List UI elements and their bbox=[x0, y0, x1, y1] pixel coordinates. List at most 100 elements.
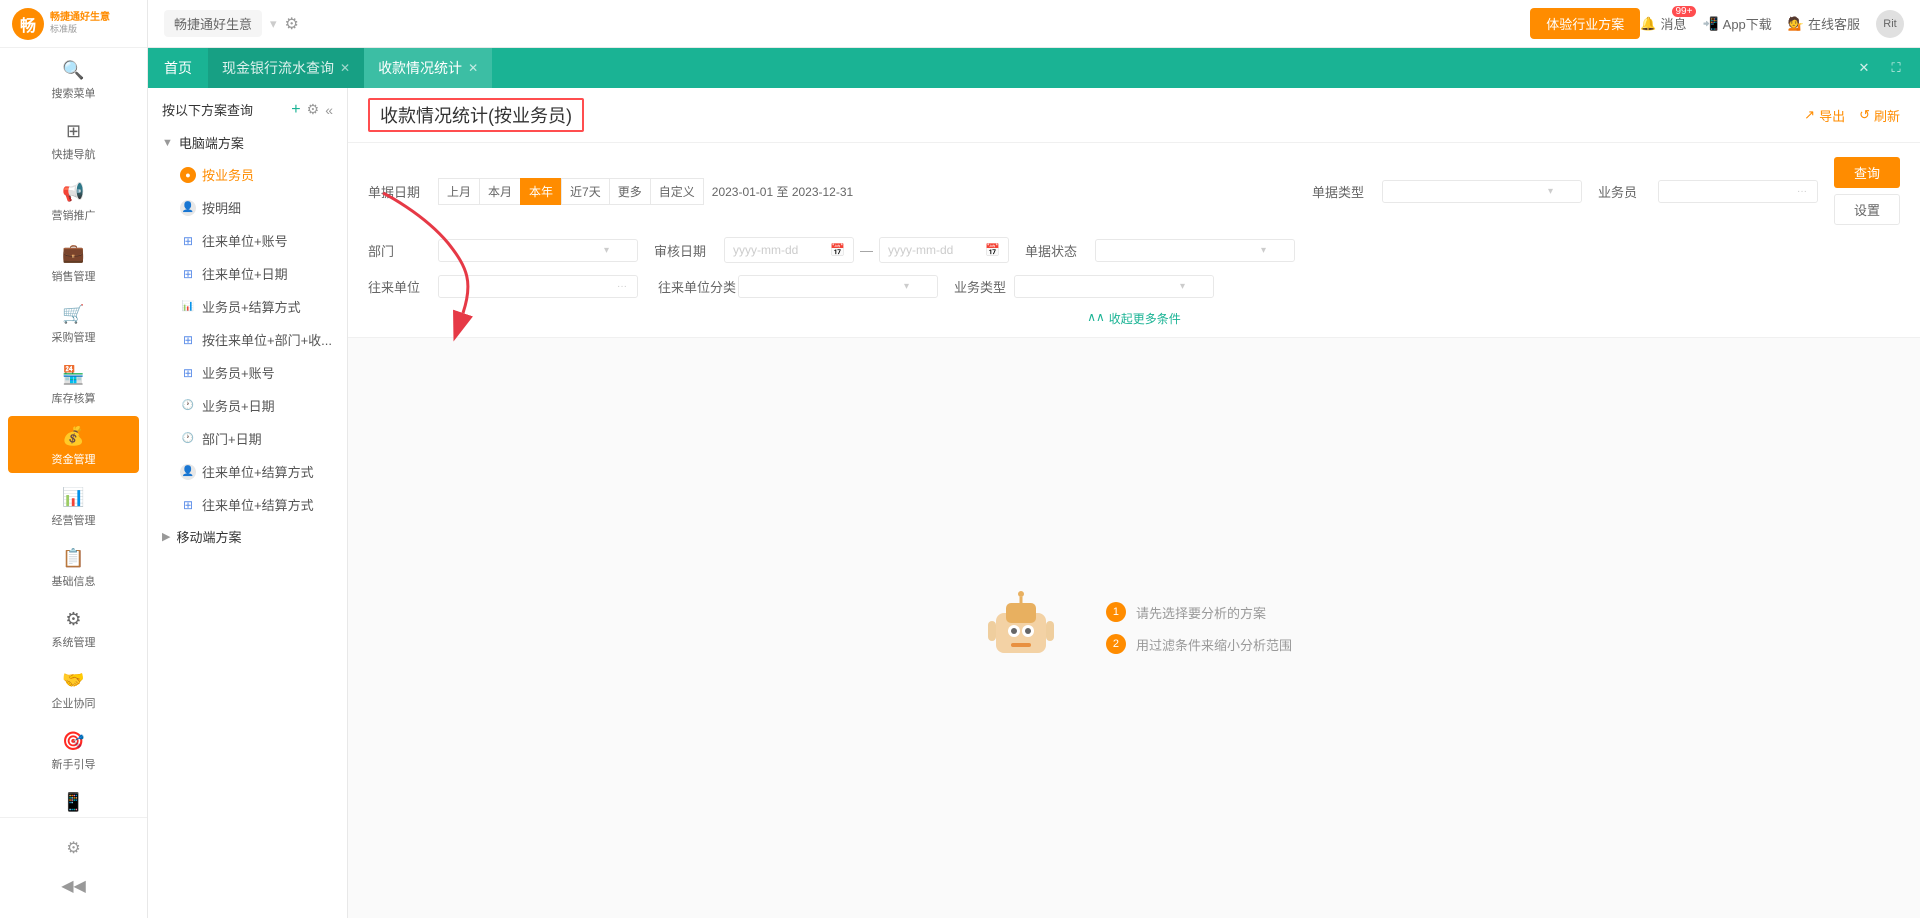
sidebar-item-search[interactable]: 🔍 搜索菜单 bbox=[0, 48, 147, 109]
dept-dropdown-icon: ▾ bbox=[604, 245, 609, 256]
phone-icon: 📲 bbox=[1702, 16, 1718, 32]
date-options: 上月 本月 本年 近7天 更多 自定义 2023-01-01 至 2023-12… bbox=[438, 178, 853, 205]
tab-maximize-icon[interactable]: ⛶ bbox=[1884, 56, 1908, 80]
chart-icon-1: 📊 bbox=[180, 299, 196, 315]
biz-type-select[interactable]: ▾ bbox=[1014, 275, 1214, 298]
sidebar-item-hardware[interactable]: 📱 智能硬件 bbox=[0, 780, 147, 817]
message-button[interactable]: 🔔 消息 99+ bbox=[1640, 14, 1686, 33]
scheme-item-partner-settle2[interactable]: ⊞ 往来单位+结算方式 bbox=[148, 488, 347, 521]
salesperson-label: 业务员 bbox=[1598, 182, 1658, 201]
content-area: 1 请先选择要分析的方案 2 用过滤条件来缩小分析范围 bbox=[348, 338, 1920, 918]
sidebar-item-operations[interactable]: 📊 经营管理 bbox=[0, 475, 147, 536]
tab-bar: 首页 现金银行流水查询 ✕ 收款情况统计 ✕ ✕ ⛶ bbox=[148, 48, 1920, 88]
collapse-panel-icon[interactable]: « bbox=[325, 102, 333, 118]
export-button[interactable]: ↗ 导出 bbox=[1804, 106, 1845, 125]
collapse-filter-bar[interactable]: ∧∧ 收起更多条件 bbox=[368, 302, 1900, 331]
sidebar-item-sales[interactable]: 💼 销售管理 bbox=[0, 231, 147, 292]
sidebar-footer-settings[interactable]: ⚙ bbox=[0, 830, 147, 868]
biz-type-dropdown-icon: ▾ bbox=[1180, 281, 1185, 292]
refresh-button[interactable]: ↺ 刷新 bbox=[1859, 106, 1900, 125]
add-scheme-icon[interactable]: + bbox=[291, 101, 300, 119]
doc-status-select[interactable]: ▾ bbox=[1095, 239, 1295, 262]
top-bar: 畅捷通好生意 ▾ ⚙ 体验行业方案 🔔 消息 99+ 📲 App下载 💁 在线 bbox=[148, 0, 1920, 48]
scheme-item-partner-settle1[interactable]: 👤 往来单位+结算方式 bbox=[148, 455, 347, 488]
doc-type-label: 单据类型 bbox=[1312, 182, 1382, 201]
date-btn-7days[interactable]: 近7天 bbox=[561, 178, 609, 205]
sidebar-item-inventory[interactable]: 🏪 库存核算 bbox=[0, 353, 147, 414]
doc-type-dropdown-icon: ▾ bbox=[1548, 186, 1553, 197]
table-icon-3: ⊞ bbox=[180, 332, 196, 348]
hint-1-number: 1 bbox=[1106, 602, 1126, 622]
review-date-start-input[interactable]: yyyy-mm-dd 📅 bbox=[724, 237, 854, 263]
tab-close-bank-icon[interactable]: ✕ bbox=[340, 61, 350, 75]
page-wrapper: 按以下方案查询 + ⚙ « ▼ 电脑端方案 bbox=[148, 88, 1920, 918]
date-btn-this-month[interactable]: 本月 bbox=[479, 178, 520, 205]
top-bar-title: 畅捷通好生意 bbox=[164, 10, 262, 37]
partner-category-dropdown-icon: ▾ bbox=[904, 281, 909, 292]
right-panel: 收款情况统计(按业务员) ↗ 导出 ↺ 刷新 bbox=[348, 88, 1920, 918]
date-range-display: 2023-01-01 至 2023-12-31 bbox=[712, 183, 853, 200]
tab-close-collection-icon[interactable]: ✕ bbox=[468, 61, 478, 75]
tab-home[interactable]: 首页 bbox=[148, 48, 208, 88]
app-download-button[interactable]: 📲 App下载 bbox=[1702, 14, 1771, 33]
date-btn-this-year[interactable]: 本年 bbox=[520, 178, 561, 205]
date-filter-label: 单据日期 bbox=[368, 182, 438, 201]
scheme-item-salesperson-account[interactable]: ⊞ 业务员+账号 bbox=[148, 356, 347, 389]
sidebar-item-purchase[interactable]: 🛒 采购管理 bbox=[0, 292, 147, 353]
sidebar-item-quicknav[interactable]: ⊞ 快捷导航 bbox=[0, 109, 147, 170]
tab-close-all-icon[interactable]: ✕ bbox=[1852, 56, 1876, 80]
dropdown-arrow-icon[interactable]: ▾ bbox=[270, 16, 277, 32]
partner-select[interactable]: ··· bbox=[438, 275, 638, 298]
doc-status-dropdown-icon: ▾ bbox=[1261, 245, 1266, 256]
tab-bank-flow[interactable]: 现金银行流水查询 ✕ bbox=[208, 48, 364, 88]
top-bar-left: 畅捷通好生意 ▾ ⚙ bbox=[164, 10, 299, 37]
query-button[interactable]: 查询 bbox=[1834, 157, 1900, 188]
scheme-item-salesperson[interactable]: ● 按业务员 bbox=[148, 158, 347, 191]
grid-icon: ⊞ bbox=[66, 121, 81, 142]
logo: 畅 畅捷通好生意 标准版 bbox=[0, 0, 147, 48]
mobile-scheme-title[interactable]: ▶ 移动端方案 bbox=[148, 521, 347, 552]
settings-filter-button[interactable]: 设置 bbox=[1834, 194, 1900, 225]
salesperson-select[interactable]: ··· bbox=[1658, 180, 1818, 203]
date-btn-more[interactable]: 更多 bbox=[609, 178, 650, 205]
sidebar-item-marketing[interactable]: 📢 营销推广 bbox=[0, 170, 147, 231]
scheme-item-partner-date[interactable]: ⊞ 往来单位+日期 bbox=[148, 257, 347, 290]
basic-icon: 📋 bbox=[62, 548, 84, 569]
online-service-button[interactable]: 💁 在线客服 bbox=[1788, 14, 1860, 33]
partner-category-select[interactable]: ▾ bbox=[738, 275, 938, 298]
sidebar-item-system[interactable]: ⚙ 系统管理 bbox=[0, 597, 147, 658]
desktop-scheme-title[interactable]: ▼ 电脑端方案 bbox=[148, 127, 347, 158]
tab-actions: ✕ ⛶ bbox=[1840, 56, 1920, 80]
review-date-range: yyyy-mm-dd 📅 — yyyy-mm-dd 📅 bbox=[724, 237, 1009, 263]
trial-button[interactable]: 体验行业方案 bbox=[1530, 8, 1640, 39]
top-bar-settings-icon[interactable]: ⚙ bbox=[285, 14, 299, 34]
scheme-item-partner-account[interactable]: ⊞ 往来单位+账号 bbox=[148, 224, 347, 257]
sidebar-item-basic[interactable]: 📋 基础信息 bbox=[0, 536, 147, 597]
dept-label: 部门 bbox=[368, 241, 438, 260]
sidebar-item-guide[interactable]: 🎯 新手引导 bbox=[0, 719, 147, 780]
scheme-item-salesperson-settlement[interactable]: 📊 业务员+结算方式 bbox=[148, 290, 347, 323]
sidebar-item-enterprise[interactable]: 🤝 企业协同 bbox=[0, 658, 147, 719]
page-header: 收款情况统计(按业务员) ↗ 导出 ↺ 刷新 bbox=[348, 88, 1920, 143]
page-title-wrapper: 收款情况统计(按业务员) bbox=[368, 98, 584, 132]
empty-state: 1 请先选择要分析的方案 2 用过滤条件来缩小分析范围 bbox=[976, 583, 1292, 673]
sidebar-item-finance[interactable]: 💰 资金管理 bbox=[8, 416, 139, 473]
sidebar-footer-collapse[interactable]: ◀◀ bbox=[0, 868, 147, 906]
dept-select[interactable]: ▾ bbox=[438, 239, 638, 262]
scheme-settings-icon[interactable]: ⚙ bbox=[307, 101, 320, 118]
hint-2: 2 用过滤条件来缩小分析范围 bbox=[1106, 634, 1292, 654]
tab-collection-stats[interactable]: 收款情况统计 ✕ bbox=[364, 48, 492, 88]
doc-status-label: 单据状态 bbox=[1025, 241, 1095, 260]
scheme-item-dept-date[interactable]: 🕐 部门+日期 bbox=[148, 422, 347, 455]
doc-type-select[interactable]: ▾ bbox=[1382, 180, 1582, 203]
table-icon-4: ⊞ bbox=[180, 365, 196, 381]
date-btn-custom[interactable]: 自定义 bbox=[650, 178, 704, 205]
user-avatar[interactable]: Rit bbox=[1876, 10, 1904, 38]
review-date-end-input[interactable]: yyyy-mm-dd 📅 bbox=[879, 237, 1009, 263]
message-badge: 99+ bbox=[1672, 6, 1697, 17]
left-panel: 按以下方案查询 + ⚙ « ▼ 电脑端方案 bbox=[148, 88, 348, 918]
date-btn-last-month[interactable]: 上月 bbox=[438, 178, 479, 205]
scheme-item-partner-dept[interactable]: ⊞ 按往来单位+部门+收... bbox=[148, 323, 347, 356]
scheme-item-detail[interactable]: 👤 按明细 bbox=[148, 191, 347, 224]
scheme-item-salesperson-date[interactable]: 🕐 业务员+日期 bbox=[148, 389, 347, 422]
